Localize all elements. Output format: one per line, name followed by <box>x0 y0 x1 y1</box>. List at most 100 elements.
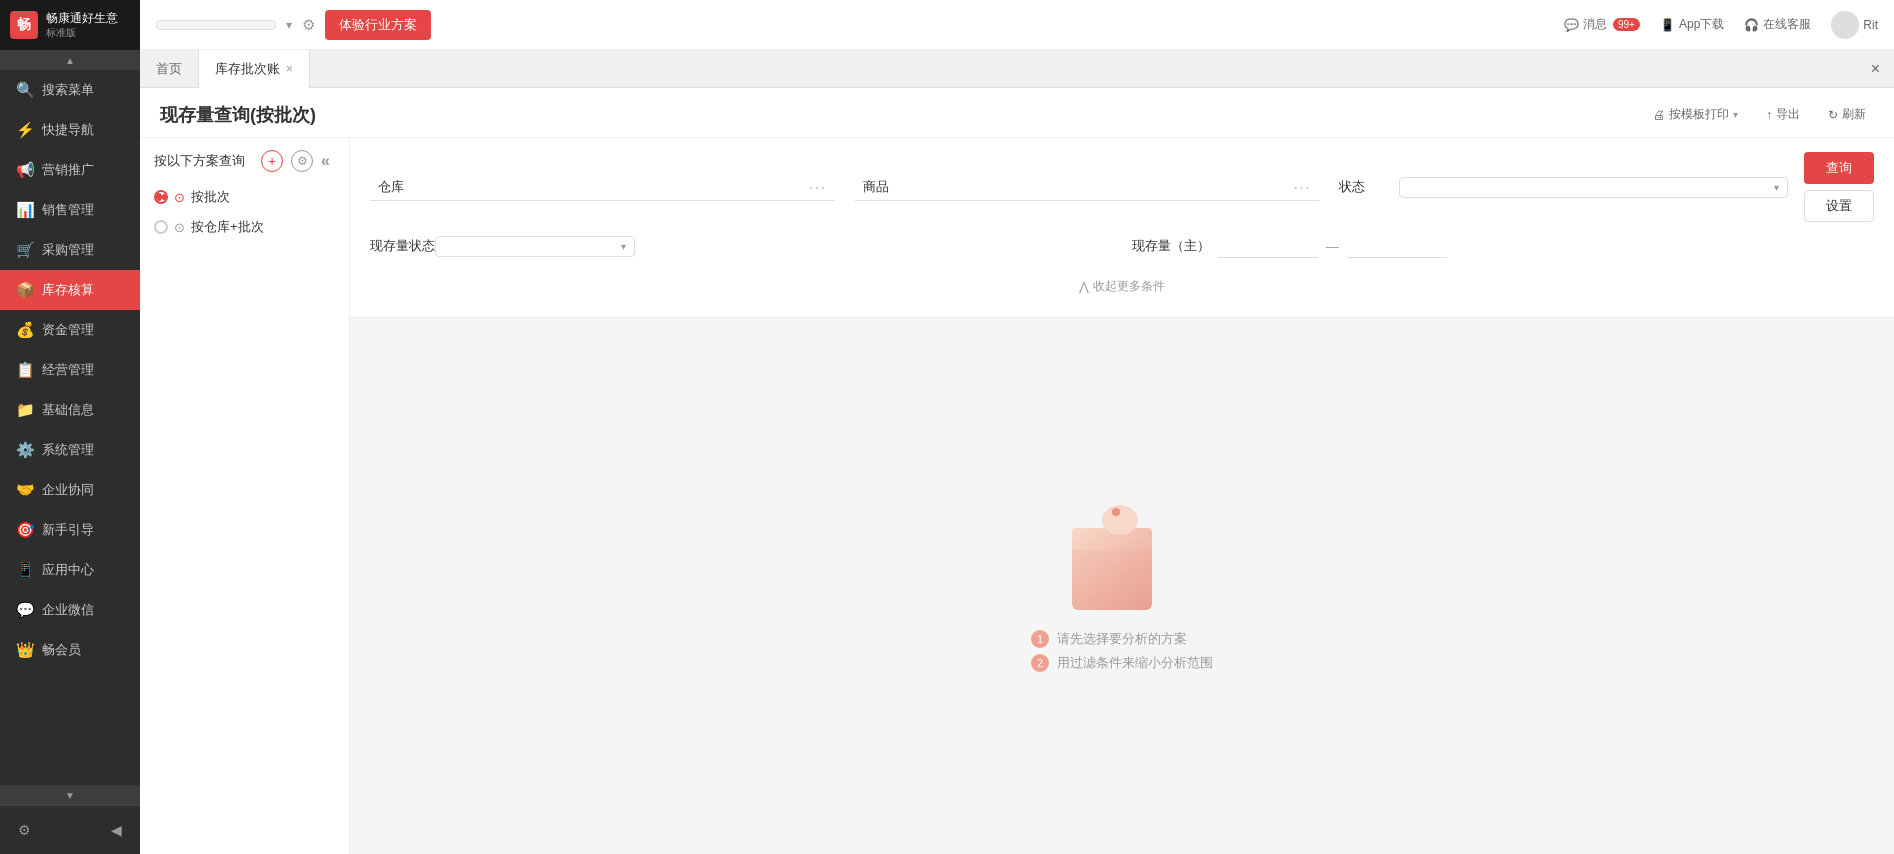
collapse-row[interactable]: ⋀ 收起更多条件 <box>370 270 1874 303</box>
page-header-actions: 🖨 按模板打印 ▾ ↑ 导出 ↻ 刷新 <box>1645 102 1874 127</box>
inventory-status-select[interactable]: ▾ <box>435 236 635 257</box>
print-btn[interactable]: 🖨 按模板打印 ▾ <box>1645 102 1746 127</box>
enterprise-nav-icon: 🤝 <box>16 481 34 499</box>
print-dropdown-icon[interactable]: ▾ <box>1733 109 1738 120</box>
sidebar-item-search[interactable]: 🔍 搜索菜单 <box>0 70 140 110</box>
tab-home-label: 首页 <box>156 60 182 78</box>
sidebar-item-finance[interactable]: 💰 资金管理 <box>0 310 140 350</box>
empty-illustration <box>1062 500 1182 610</box>
empty-state: 1 请先选择要分析的方案 2 用过滤条件来缩小分析范围 <box>350 318 1894 854</box>
print-icon: 🖨 <box>1653 108 1665 122</box>
tab-bar: 首页 库存批次账 × × <box>140 50 1894 88</box>
scheme-collapse-btn[interactable]: « <box>321 152 330 170</box>
scheme-add-btn[interactable]: + <box>261 150 283 172</box>
wechat-nav-icon: 💬 <box>16 601 34 619</box>
sidebar-scroll-up[interactable]: ▲ <box>0 50 140 70</box>
scheme-settings-btn[interactable]: ⚙ <box>291 150 313 172</box>
inventory-qty-field: 现存量（主） — <box>1132 234 1874 258</box>
inventory-qty-label: 现存量（主） <box>1132 237 1210 255</box>
sidebar-item-basics[interactable]: 📁 基础信息 <box>0 390 140 430</box>
app-download-btn[interactable]: 📱 App下载 <box>1660 16 1724 33</box>
topbar-dropdown-icon[interactable]: ▾ <box>286 18 292 32</box>
hint-num-2: 2 <box>1031 654 1049 672</box>
sidebar-item-operations[interactable]: 📋 经营管理 <box>0 350 140 390</box>
tab-home[interactable]: 首页 <box>140 50 199 88</box>
print-label: 按模板打印 <box>1669 106 1729 123</box>
sidebar-item-shortcut[interactable]: ⚡ 快捷导航 <box>0 110 140 150</box>
scheme-option-warehouse-batch[interactable]: ⊙ 按仓库+批次 <box>154 212 335 242</box>
system-nav-label: 系统管理 <box>42 441 94 459</box>
goods-dots[interactable]: ··· <box>1294 179 1312 195</box>
sidebar-item-marketing[interactable]: 📢 营销推广 <box>0 150 140 190</box>
topbar-right: 💬 消息 99+ 📱 App下载 🎧 在线客服 Rit <box>1564 11 1878 39</box>
export-btn[interactable]: ↑ 导出 <box>1758 102 1808 127</box>
basics-nav-label: 基础信息 <box>42 401 94 419</box>
app-title: 畅康通好生意 <box>46 10 118 27</box>
tab-batch-account[interactable]: 库存批次账 × <box>199 50 310 88</box>
sidebar-item-enterprise[interactable]: 🤝 企业协同 <box>0 470 140 510</box>
query-btn[interactable]: 查询 <box>1804 152 1874 184</box>
right-panel: 仓库 ··· 商品 ··· 状态 <box>350 138 1894 854</box>
sidebar-item-newbie[interactable]: 🎯 新手引导 <box>0 510 140 550</box>
message-badge: 99+ <box>1613 18 1640 31</box>
shortcut-nav-icon: ⚡ <box>16 121 34 139</box>
tab-batch-close[interactable]: × <box>286 62 293 76</box>
scheme-title: 按以下方案查询 <box>154 152 245 170</box>
empty-eye <box>1112 508 1120 516</box>
inventory-qty-max[interactable] <box>1347 234 1447 258</box>
sidebar-item-purchase[interactable]: 🛒 采购管理 <box>0 230 140 270</box>
member-nav-icon: 👑 <box>16 641 34 659</box>
hint-num-1: 1 <box>1031 630 1049 648</box>
apps-nav-icon: 📱 <box>16 561 34 579</box>
action-buttons: 查询 设置 <box>1804 152 1874 222</box>
refresh-btn[interactable]: ↻ 刷新 <box>1820 102 1874 127</box>
sidebar-item-inventory[interactable]: 📦 库存核算 <box>0 270 140 310</box>
search-nav-icon: 🔍 <box>16 81 34 99</box>
status-select[interactable]: ▾ <box>1399 177 1788 198</box>
sidebar-scroll-down[interactable]: ▼ <box>0 785 140 805</box>
newbie-nav-label: 新手引导 <box>42 521 94 539</box>
tab-batch-label: 库存批次账 <box>215 60 280 78</box>
sidebar-collapse-icon[interactable]: ◀ <box>102 816 130 844</box>
page-title: 现存量查询(按批次) <box>160 103 316 127</box>
inventory-qty-min[interactable] <box>1218 234 1318 258</box>
message-btn[interactable]: 💬 消息 99+ <box>1564 16 1640 33</box>
sidebar-item-sales[interactable]: 📊 销售管理 <box>0 190 140 230</box>
message-icon: 💬 <box>1564 18 1579 32</box>
sidebar-item-apps[interactable]: 📱 应用中心 <box>0 550 140 590</box>
sidebar-item-system[interactable]: ⚙️ 系统管理 <box>0 430 140 470</box>
refresh-label: 刷新 <box>1842 106 1866 123</box>
trial-btn[interactable]: 体验行业方案 <box>325 10 431 40</box>
app-edition: 标准版 <box>46 26 118 40</box>
empty-hint-1: 1 请先选择要分析的方案 <box>1031 630 1213 648</box>
topbar-gear-icon[interactable]: ⚙ <box>302 16 315 34</box>
export-label: 导出 <box>1776 106 1800 123</box>
sidebar-header: 畅 畅康通好生意 标准版 <box>0 0 140 50</box>
warehouse-field: 仓库 ··· <box>370 174 835 201</box>
settings-btn[interactable]: 设置 <box>1804 190 1874 222</box>
warehouse-label: 仓库 <box>378 178 438 196</box>
sidebar-item-member[interactable]: 👑 畅会员 <box>0 630 140 670</box>
scheme-options: ⊙ 按批次 ⊙ 按仓库+批次 <box>140 182 349 242</box>
online-service-btn[interactable]: 🎧 在线客服 <box>1744 16 1811 33</box>
app-download-label: App下载 <box>1679 16 1724 33</box>
user-area[interactable]: Rit <box>1831 11 1878 39</box>
wechat-nav-label: 企业微信 <box>42 601 94 619</box>
filter-row-1: 仓库 ··· 商品 ··· 状态 <box>370 152 1874 222</box>
tab-bar-close-btn[interactable]: × <box>1857 60 1894 78</box>
hint-text-1: 请先选择要分析的方案 <box>1057 630 1187 648</box>
scheme-panel: 按以下方案查询 + ⚙ « ⊙ 按批次 ⊙ <box>140 138 350 854</box>
scheme-option-batch[interactable]: ⊙ 按批次 <box>154 182 335 212</box>
scheme-radio-batch <box>154 190 168 204</box>
marketing-nav-icon: 📢 <box>16 161 34 179</box>
sidebar-settings-icon[interactable]: ⚙ <box>10 816 38 844</box>
warehouse-dots[interactable]: ··· <box>809 179 827 195</box>
finance-nav-icon: 💰 <box>16 321 34 339</box>
apps-nav-label: 应用中心 <box>42 561 94 579</box>
user-name: Rit <box>1863 18 1878 32</box>
sidebar-item-wechat[interactable]: 💬 企业微信 <box>0 590 140 630</box>
hint-text-2: 用过滤条件来缩小分析范围 <box>1057 654 1213 672</box>
filter-area: 仓库 ··· 商品 ··· 状态 <box>350 138 1894 318</box>
status-dropdown-icon: ▾ <box>1774 182 1779 193</box>
goods-field: 商品 ··· <box>855 174 1320 201</box>
